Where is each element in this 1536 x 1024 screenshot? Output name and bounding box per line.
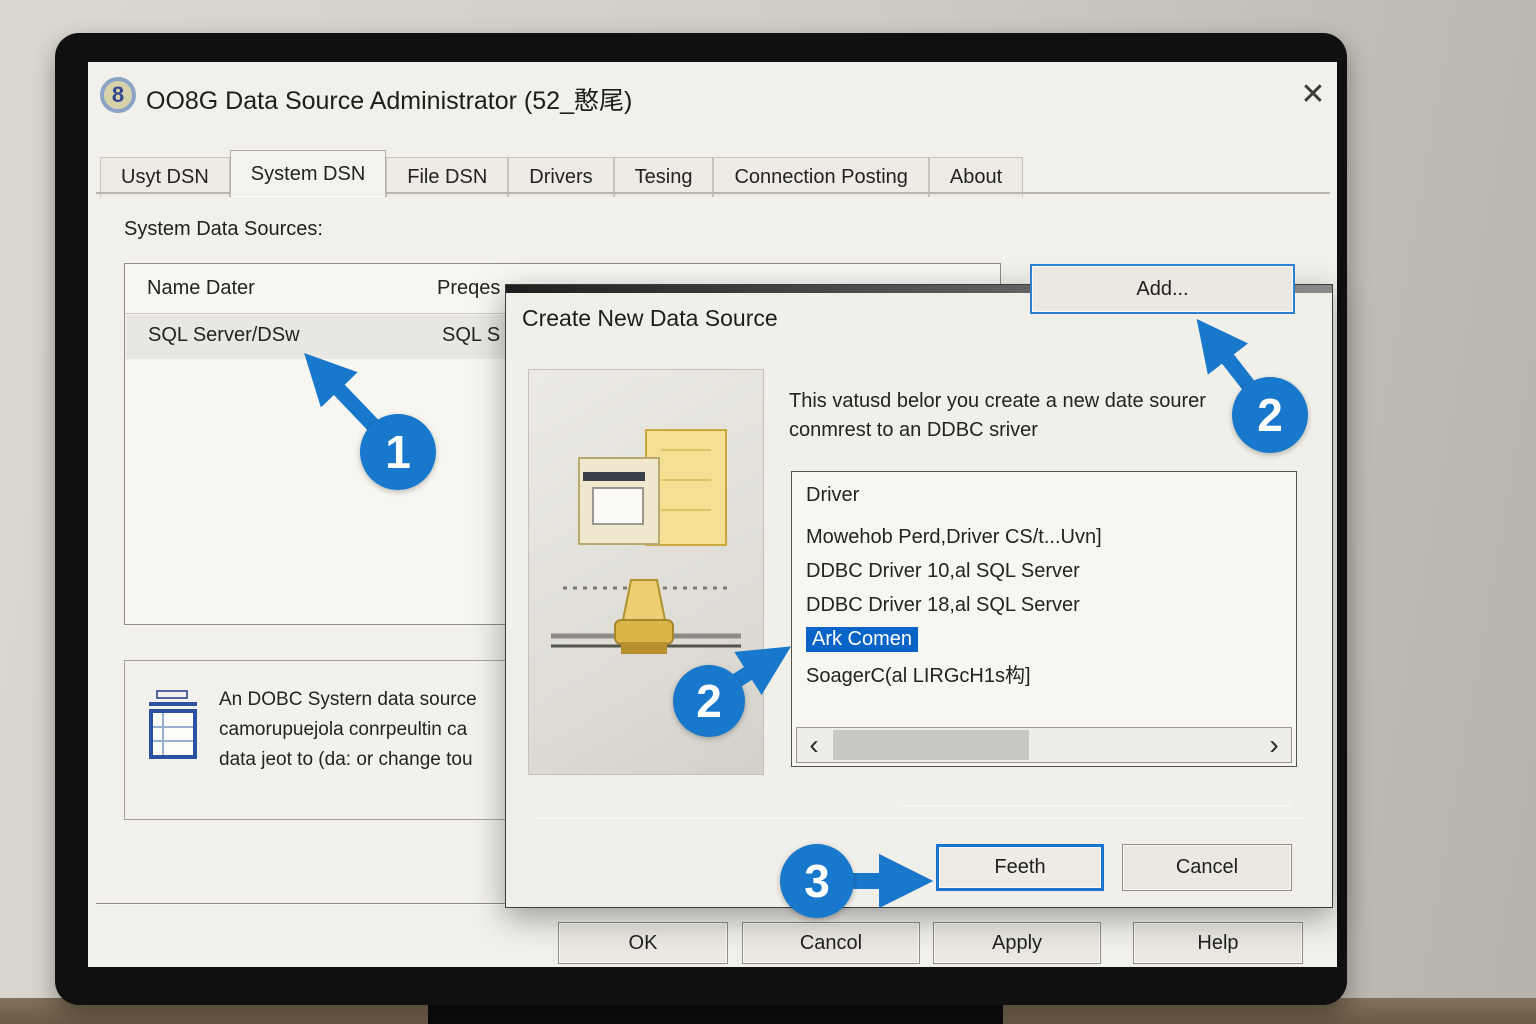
annotation-badge-2-add: 2 [1232, 377, 1308, 453]
column-header-name[interactable]: Name Dater [147, 277, 255, 300]
source-driver-cell: SQL S [442, 324, 501, 346]
list-item[interactable]: Mowehob Perd,Driver CS/t...Uvn] [792, 520, 1296, 554]
description-text: An DOBC Systern data source camorupuejol… [219, 685, 477, 775]
description-line-2: camorupuejola conrpeultin ca [219, 719, 468, 740]
tab-bar: Usyt DSN System DSN File DSN Drivers Tes… [98, 150, 1328, 197]
list-item-selected[interactable]: Ark Comen [792, 622, 1296, 656]
horizontal-scrollbar[interactable]: ‹ › [796, 727, 1292, 763]
system-sources-label: System Data Sources: [124, 218, 323, 240]
tab-system-dsn[interactable]: System DSN [229, 150, 387, 197]
tab-drivers[interactable]: Drivers [508, 157, 614, 197]
driver-label: SoagerC(al LIRGcH1s构] [806, 664, 1031, 687]
ok-button[interactable]: OK [558, 922, 728, 964]
tab-about[interactable]: About [928, 157, 1024, 197]
column-header-platform[interactable]: Preqes [437, 277, 500, 300]
close-icon[interactable]: ✕ [1293, 74, 1333, 114]
odbc-table-icon [147, 689, 199, 770]
dialog-divider-short [901, 805, 1291, 806]
driver-list-header: Driver [806, 484, 860, 506]
dialog-divider-long [536, 818, 1306, 819]
add-button[interactable]: Add... [1030, 264, 1295, 314]
dialog-description-line-1: This vatusd belor you create a new date … [789, 390, 1206, 412]
desktop-background: 8 OO8G Data Source Administrator (52_憨尾)… [0, 0, 1536, 1024]
driver-items: Mowehob Perd,Driver CS/t...Uvn] DDBC Dri… [792, 520, 1296, 690]
driver-label: DDBC Driver 10,al SQL Server [806, 559, 1080, 582]
description-line-3: data jeot to (da: or change tou [219, 749, 473, 770]
cancel-button-main[interactable]: Cancol [742, 922, 920, 964]
scroll-right-icon[interactable]: › [1257, 728, 1291, 762]
list-item[interactable]: DDBC Driver 18,al SQL Server [792, 588, 1296, 622]
help-button[interactable]: Help [1133, 922, 1303, 964]
annotation-badge-1: 1 [360, 414, 436, 490]
tab-file-dsn[interactable]: File DSN [386, 157, 509, 197]
tab-tracing[interactable]: Tesing [613, 157, 714, 197]
window-title: OO8G Data Source Administrator (52_憨尾) [146, 87, 633, 115]
create-new-data-source-dialog: Create New Data Source This vatusd belor… [505, 284, 1333, 908]
driver-listbox[interactable]: Driver Mowehob Perd,Driver CS/t...Uvn] D… [791, 471, 1297, 767]
dialog-description: This vatusd belor you create a new date … [789, 387, 1269, 445]
scroll-left-icon[interactable]: ‹ [797, 728, 831, 762]
tab-connection-pooling[interactable]: Connection Posting [713, 157, 929, 197]
annotation-badge-3: 3 [780, 844, 854, 918]
cancel-button-dialog[interactable]: Cancel [1122, 844, 1292, 891]
finish-button[interactable]: Feeth [936, 844, 1104, 891]
list-item[interactable]: DDBC Driver 10,al SQL Server [792, 554, 1296, 588]
description-line-1: An DOBC Systern data source [219, 689, 477, 710]
apply-button[interactable]: Apply [933, 922, 1101, 964]
source-name-cell: SQL Server/DSw [148, 324, 300, 346]
list-item[interactable]: SoagerC(al LIRGcH1s构] [792, 656, 1296, 690]
driver-label: Mowehob Perd,Driver CS/t...Uvn] [806, 525, 1102, 548]
tab-user-dsn[interactable]: Usyt DSN [100, 157, 230, 197]
app-icon: 8 [100, 77, 136, 113]
annotation-badge-2-driver: 2 [673, 665, 745, 737]
driver-label-selected: Ark Comen [806, 626, 919, 652]
driver-label: DDBC Driver 18,al SQL Server [806, 593, 1080, 616]
dialog-title: Create New Data Source [522, 305, 778, 331]
dialog-description-line-2: conmrest to an DDBC sriver [789, 419, 1038, 441]
scrollbar-thumb[interactable] [833, 730, 1029, 760]
